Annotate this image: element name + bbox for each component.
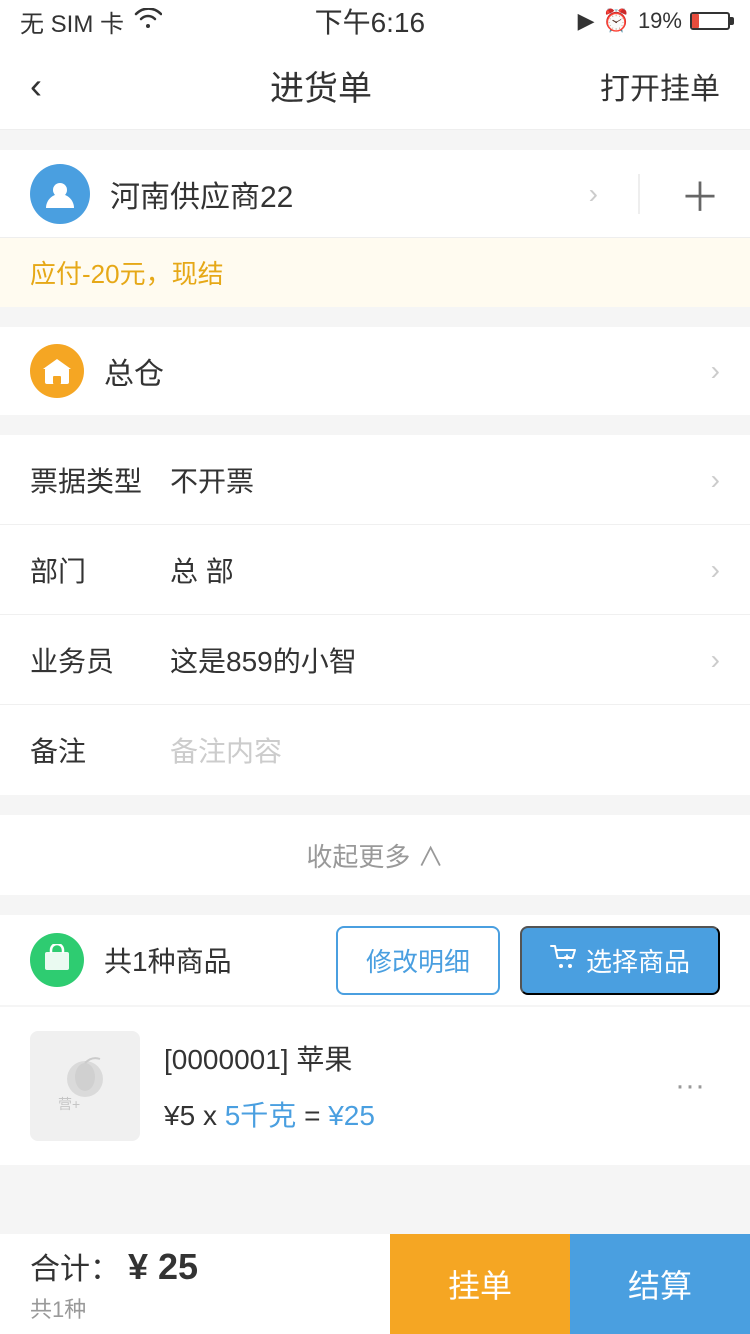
warehouse-icon: [30, 344, 84, 398]
product-title: 苹果: [296, 1044, 352, 1075]
wifi-icon: [134, 7, 162, 35]
gap-2: [0, 307, 750, 327]
supplier-name[interactable]: 河南供应商22: [110, 172, 589, 216]
dept-label: 部门: [30, 550, 150, 590]
alarm-icon: ⏰: [603, 8, 630, 34]
invoice-value: 不开票: [150, 460, 711, 500]
remark-label: 备注: [30, 730, 150, 770]
open-hang-button[interactable]: 打开挂单: [600, 64, 720, 108]
supplier-add-button[interactable]: ＋: [680, 165, 720, 223]
total-main: 合计： ¥ 25: [30, 1244, 360, 1288]
battery-pct: 19%: [638, 8, 682, 34]
price-separator: x: [203, 1100, 225, 1131]
page-title: 进货单: [270, 61, 372, 110]
unit-price: ¥5: [164, 1100, 195, 1131]
checkout-label: 结算: [628, 1261, 692, 1307]
product-count-icon: [30, 933, 84, 987]
select-product-button[interactable]: 选择商品: [520, 926, 720, 995]
status-right: ▶ ⏰ 19%: [578, 8, 730, 34]
bottom-bar: 合计： ¥ 25 共1种 挂单 结算: [0, 1234, 750, 1334]
total-label: 合计：: [30, 1244, 120, 1288]
time-display: 下午6:16: [315, 1, 426, 41]
notice-text: 应付-20元，现结: [30, 259, 224, 289]
hang-button[interactable]: 挂单: [390, 1234, 570, 1334]
remark-row[interactable]: 备注 备注内容: [0, 705, 750, 795]
total-amount: ¥ 25: [128, 1246, 198, 1288]
invoice-row[interactable]: 票据类型 不开票 ›: [0, 435, 750, 525]
cart-icon: [550, 945, 578, 976]
remark-input[interactable]: 备注内容: [150, 730, 720, 770]
product-info: [0000001] 苹果 ¥5 x 5千克 = ¥25: [164, 1038, 636, 1134]
salesman-label: 业务员: [30, 640, 150, 680]
product-thumbnail: 营+: [30, 1031, 140, 1141]
product-count-text: 共1种商品: [104, 940, 316, 980]
product-qty: 5千克: [225, 1100, 297, 1131]
dept-row[interactable]: 部门 总 部 ›: [0, 525, 750, 615]
select-product-label: 选择商品: [586, 942, 690, 979]
hang-label: 挂单: [448, 1261, 512, 1307]
salesman-row[interactable]: 业务员 这是859的小智 ›: [0, 615, 750, 705]
dept-chevron-icon: ›: [711, 554, 720, 586]
warehouse-section[interactable]: 总仓 ›: [0, 327, 750, 415]
back-button[interactable]: ‹: [30, 65, 42, 107]
bottom-total: 合计： ¥ 25 共1种: [0, 1244, 390, 1324]
supplier-divider: [638, 174, 640, 214]
svg-text:营+: 营+: [58, 1096, 80, 1112]
salesman-value: 这是859的小智: [150, 640, 711, 680]
warehouse-chevron-icon: ›: [711, 355, 720, 387]
location-icon: ▶: [578, 8, 595, 34]
status-left: 无 SIM 卡: [20, 4, 162, 39]
product-item: 营+ [0000001] 苹果 ¥5 x 5千克 = ¥25 ···: [0, 1007, 750, 1165]
more-icon: ···: [675, 1069, 705, 1103]
form-section: 票据类型 不开票 › 部门 总 部 › 业务员 这是859的小智 › 备注 备注…: [0, 435, 750, 795]
checkout-button[interactable]: 结算: [570, 1234, 750, 1334]
battery-icon: [690, 12, 730, 30]
product-code: [0000001]: [164, 1044, 289, 1075]
dept-value: 总 部: [150, 550, 711, 590]
invoice-label: 票据类型: [30, 460, 150, 500]
equals-sign: =: [304, 1100, 328, 1131]
gap-1: [0, 130, 750, 150]
product-name: [0000001] 苹果: [164, 1038, 636, 1078]
product-more-button[interactable]: ···: [660, 1066, 720, 1106]
warehouse-name: 总仓: [104, 349, 711, 393]
notice-bar: 应付-20元，现结: [0, 238, 750, 307]
status-bar: 无 SIM 卡 下午6:16 ▶ ⏰ 19%: [0, 0, 750, 42]
collapse-button[interactable]: 收起更多 ∧: [0, 815, 750, 895]
product-price: ¥5 x 5千克 = ¥25: [164, 1094, 636, 1134]
edit-detail-button[interactable]: 修改明细: [336, 926, 500, 995]
supplier-section: 河南供应商22 › ＋: [0, 150, 750, 238]
total-sub: 共1种: [30, 1292, 360, 1324]
product-total: ¥25: [328, 1100, 375, 1131]
collapse-label: 收起更多 ∧: [306, 837, 443, 874]
salesman-chevron-icon: ›: [711, 644, 720, 676]
product-header: 共1种商品 修改明细 选择商品: [0, 915, 750, 1005]
supplier-avatar: [30, 164, 90, 224]
carrier-text: 无 SIM 卡: [20, 4, 124, 39]
supplier-chevron-icon: ›: [589, 178, 598, 210]
nav-bar: ‹ 进货单 打开挂单: [0, 42, 750, 130]
invoice-chevron-icon: ›: [711, 464, 720, 496]
